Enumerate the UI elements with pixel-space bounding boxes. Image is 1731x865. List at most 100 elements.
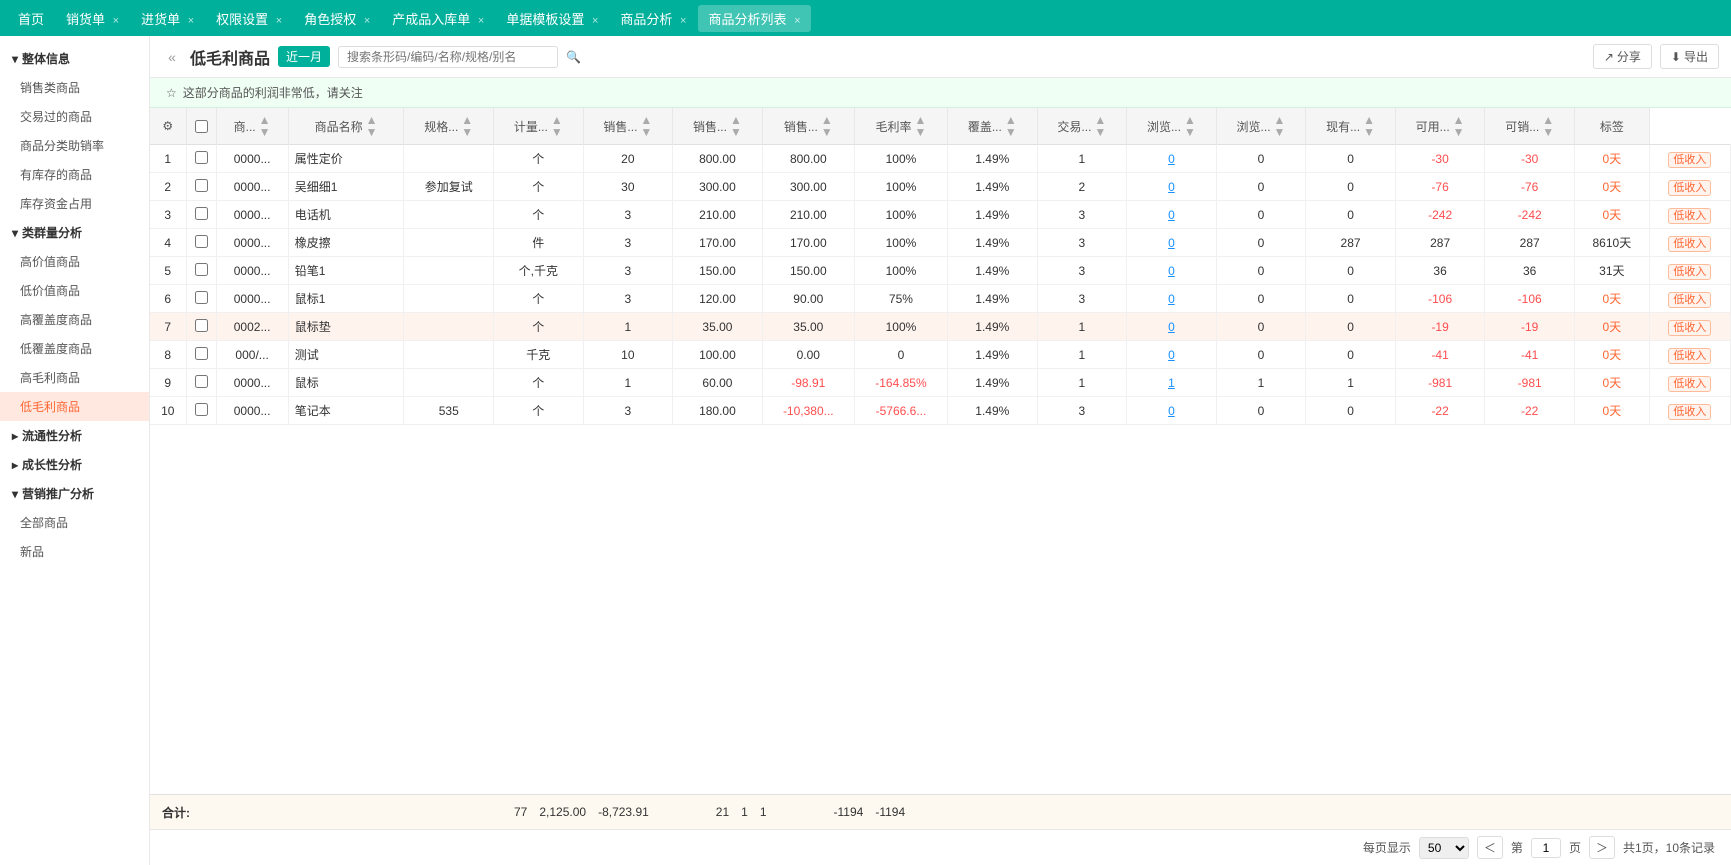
sidebar-group-growth[interactable]: ▸ 成长性分析 xyxy=(0,450,149,479)
next-page-button[interactable]: ＞ xyxy=(1589,836,1615,859)
sidebar-item-low-coverage[interactable]: 低覆盖度商品 xyxy=(0,334,149,363)
col-unit-label: 计量... xyxy=(514,118,548,135)
sidebar: ▾ 整体信息 销售类商品 交易过的商品 商品分类助销率 有库存的商品 库存资金占… xyxy=(0,36,150,865)
col-browse1[interactable]: 浏览... ▲▼ xyxy=(1127,108,1217,145)
row-checkbox[interactable] xyxy=(195,207,208,220)
nav-product-inbound-close[interactable]: × xyxy=(478,15,484,27)
col-sale-amount[interactable]: 销售... ▲▼ xyxy=(762,108,854,145)
row-checkbox-cell[interactable] xyxy=(186,313,216,341)
table-area[interactable]: ⚙ 商... ▲▼ 商品名称 xyxy=(150,108,1731,794)
nav-template[interactable]: 单据模板设置 × xyxy=(496,5,608,32)
row-checkbox[interactable] xyxy=(195,151,208,164)
nav-template-close[interactable]: × xyxy=(592,15,598,27)
nav-product-analysis-list[interactable]: 商品分析列表 × xyxy=(698,5,810,32)
col-code[interactable]: 商... ▲▼ xyxy=(216,108,288,145)
nav-purchase-close[interactable]: × xyxy=(188,15,194,27)
sidebar-item-new-products[interactable]: 新品 xyxy=(0,537,149,566)
row-checkbox[interactable] xyxy=(195,235,208,248)
sidebar-group-overall[interactable]: ▾ 整体信息 xyxy=(0,44,149,73)
sidebar-item-high-gross[interactable]: 高毛利商品 xyxy=(0,363,149,392)
row-gross-rate: 1.49% xyxy=(948,145,1038,173)
row-checkbox-cell[interactable] xyxy=(186,257,216,285)
sort-gross: ▲▼ xyxy=(915,114,927,138)
row-avail: -30 xyxy=(1485,145,1575,173)
row-qty: 10 xyxy=(583,341,673,369)
col-browse2[interactable]: 浏览... ▲▼ xyxy=(1216,108,1306,145)
row-checkbox-cell[interactable] xyxy=(186,285,216,313)
export-button[interactable]: ⬇ 导出 xyxy=(1660,44,1719,69)
row-checkbox[interactable] xyxy=(195,319,208,332)
sidebar-item-low-gross[interactable]: 低毛利商品 xyxy=(0,392,149,421)
nav-sales[interactable]: 销货单 × xyxy=(56,5,129,32)
search-icon[interactable]: 🔍 xyxy=(566,50,581,64)
nav-permissions-close[interactable]: × xyxy=(276,15,282,27)
per-page-select[interactable]: 50 100 200 xyxy=(1419,837,1469,859)
sidebar-item-capital[interactable]: 库存资金占用 xyxy=(0,189,149,218)
row-checkbox-cell[interactable] xyxy=(186,341,216,369)
pagination: 每页显示 50 100 200 ＜ 第 页 ＞ 共1页，10条记录 xyxy=(150,829,1731,865)
sidebar-item-high-value[interactable]: 高价值商品 xyxy=(0,247,149,276)
sidebar-group-cluster[interactable]: ▾ 类群量分析 xyxy=(0,218,149,247)
row-checkbox-cell[interactable] xyxy=(186,229,216,257)
col-settings[interactable]: ⚙ xyxy=(150,108,186,145)
row-checkbox[interactable] xyxy=(195,403,208,416)
prev-page-button[interactable]: ＜ xyxy=(1477,836,1503,859)
sidebar-item-all-products[interactable]: 全部商品 xyxy=(0,508,149,537)
row-checkbox[interactable] xyxy=(195,347,208,360)
nav-roles-close[interactable]: × xyxy=(364,15,370,27)
row-unit: 个,千克 xyxy=(494,257,584,285)
share-button[interactable]: ↗ 分享 xyxy=(1593,44,1652,69)
sidebar-item-high-coverage[interactable]: 高覆盖度商品 xyxy=(0,305,149,334)
page-input[interactable] xyxy=(1531,838,1561,858)
nav-home[interactable]: 首页 xyxy=(8,5,54,32)
row-avail: -981 xyxy=(1485,369,1575,397)
sidebar-group-marketing[interactable]: ▾ 营销推广分析 xyxy=(0,479,149,508)
row-checkbox-cell[interactable] xyxy=(186,173,216,201)
row-sale-pct: 0 xyxy=(854,341,947,369)
sidebar-item-traded[interactable]: 交易过的商品 xyxy=(0,102,149,131)
col-trade[interactable]: 交易... ▲▼ xyxy=(1037,108,1127,145)
col-unit[interactable]: 计量... ▲▼ xyxy=(494,108,584,145)
row-checkbox-cell[interactable] xyxy=(186,145,216,173)
col-name[interactable]: 商品名称 ▲▼ xyxy=(288,108,404,145)
col-qty[interactable]: 销售... ▲▼ xyxy=(583,108,673,145)
col-gross[interactable]: 毛利率 ▲▼ xyxy=(854,108,947,145)
nav-purchase[interactable]: 进货单 × xyxy=(131,5,204,32)
nav-sales-close[interactable]: × xyxy=(113,15,119,27)
col-checkbox[interactable] xyxy=(186,108,216,145)
col-sell-days[interactable]: 可销... ▲▼ xyxy=(1485,108,1575,145)
row-checkbox[interactable] xyxy=(195,263,208,276)
row-checkbox[interactable] xyxy=(195,179,208,192)
col-avail[interactable]: 可用... ▲▼ xyxy=(1395,108,1485,145)
col-stock[interactable]: 现有... ▲▼ xyxy=(1306,108,1396,145)
nav-roles[interactable]: 角色授权 × xyxy=(294,5,380,32)
row-checkbox[interactable] xyxy=(195,291,208,304)
row-qty: 1 xyxy=(583,313,673,341)
col-coverage[interactable]: 覆盖... ▲▼ xyxy=(948,108,1038,145)
row-checkbox-cell[interactable] xyxy=(186,369,216,397)
sidebar-group-flow[interactable]: ▸ 流通性分析 xyxy=(0,421,149,450)
sort-sale-amount: ▲▼ xyxy=(821,114,833,138)
table-row: 10 0000... 笔记本 535 个 3 180.00 -10,380...… xyxy=(150,397,1731,425)
col-sale-price[interactable]: 销售... ▲▼ xyxy=(673,108,763,145)
nav-product-analysis-list-close[interactable]: × xyxy=(794,15,800,27)
collapse-icon[interactable]: « xyxy=(162,47,182,67)
row-checkbox-cell[interactable] xyxy=(186,397,216,425)
sidebar-item-category-rate[interactable]: 商品分类助销率 xyxy=(0,131,149,160)
col-tag[interactable]: 标签 xyxy=(1574,108,1649,145)
sidebar-item-low-value[interactable]: 低价值商品 xyxy=(0,276,149,305)
period-button[interactable]: 近一月 xyxy=(278,46,330,67)
nav-product-analysis[interactable]: 商品分析 × xyxy=(610,5,696,32)
sidebar-item-sales-products[interactable]: 销售类商品 xyxy=(0,73,149,102)
select-all-checkbox[interactable] xyxy=(195,120,208,133)
sidebar-item-in-stock[interactable]: 有库存的商品 xyxy=(0,160,149,189)
nav-product-inbound[interactable]: 产成品入库单 × xyxy=(382,5,494,32)
nav-permissions[interactable]: 权限设置 × xyxy=(206,5,292,32)
col-spec[interactable]: 规格... ▲▼ xyxy=(404,108,494,145)
col-browse1-label: 浏览... xyxy=(1147,118,1181,135)
search-input[interactable] xyxy=(338,46,558,68)
nav-product-analysis-close[interactable]: × xyxy=(680,15,686,27)
row-checkbox[interactable] xyxy=(195,375,208,388)
row-checkbox-cell[interactable] xyxy=(186,201,216,229)
row-tag: 低收入 xyxy=(1649,285,1730,313)
